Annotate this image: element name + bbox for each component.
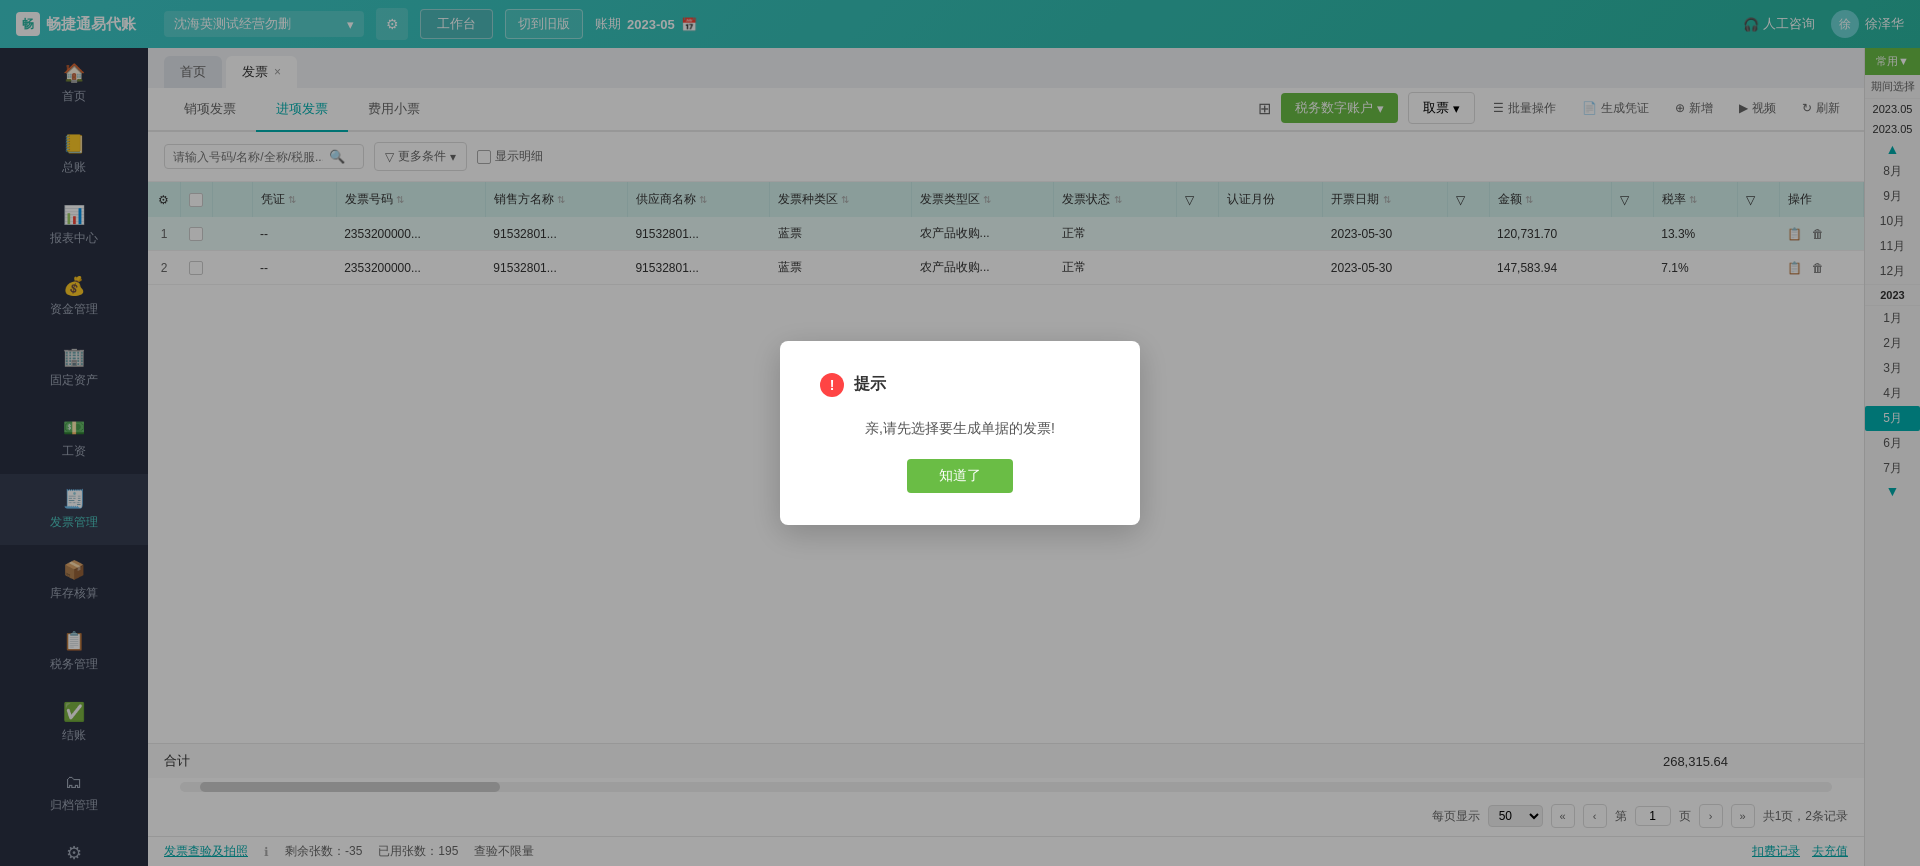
modal-title: 提示 (854, 374, 886, 395)
modal-warning-icon: ! (820, 373, 844, 397)
modal-message: 亲,请先选择要生成单据的发票! (865, 417, 1055, 439)
modal-dialog: ! 提示 亲,请先选择要生成单据的发票! 知道了 (780, 341, 1140, 525)
modal-confirm-button[interactable]: 知道了 (907, 459, 1013, 493)
modal-title-row: ! 提示 (820, 373, 886, 397)
modal-overlay: ! 提示 亲,请先选择要生成单据的发票! 知道了 (0, 0, 1920, 866)
